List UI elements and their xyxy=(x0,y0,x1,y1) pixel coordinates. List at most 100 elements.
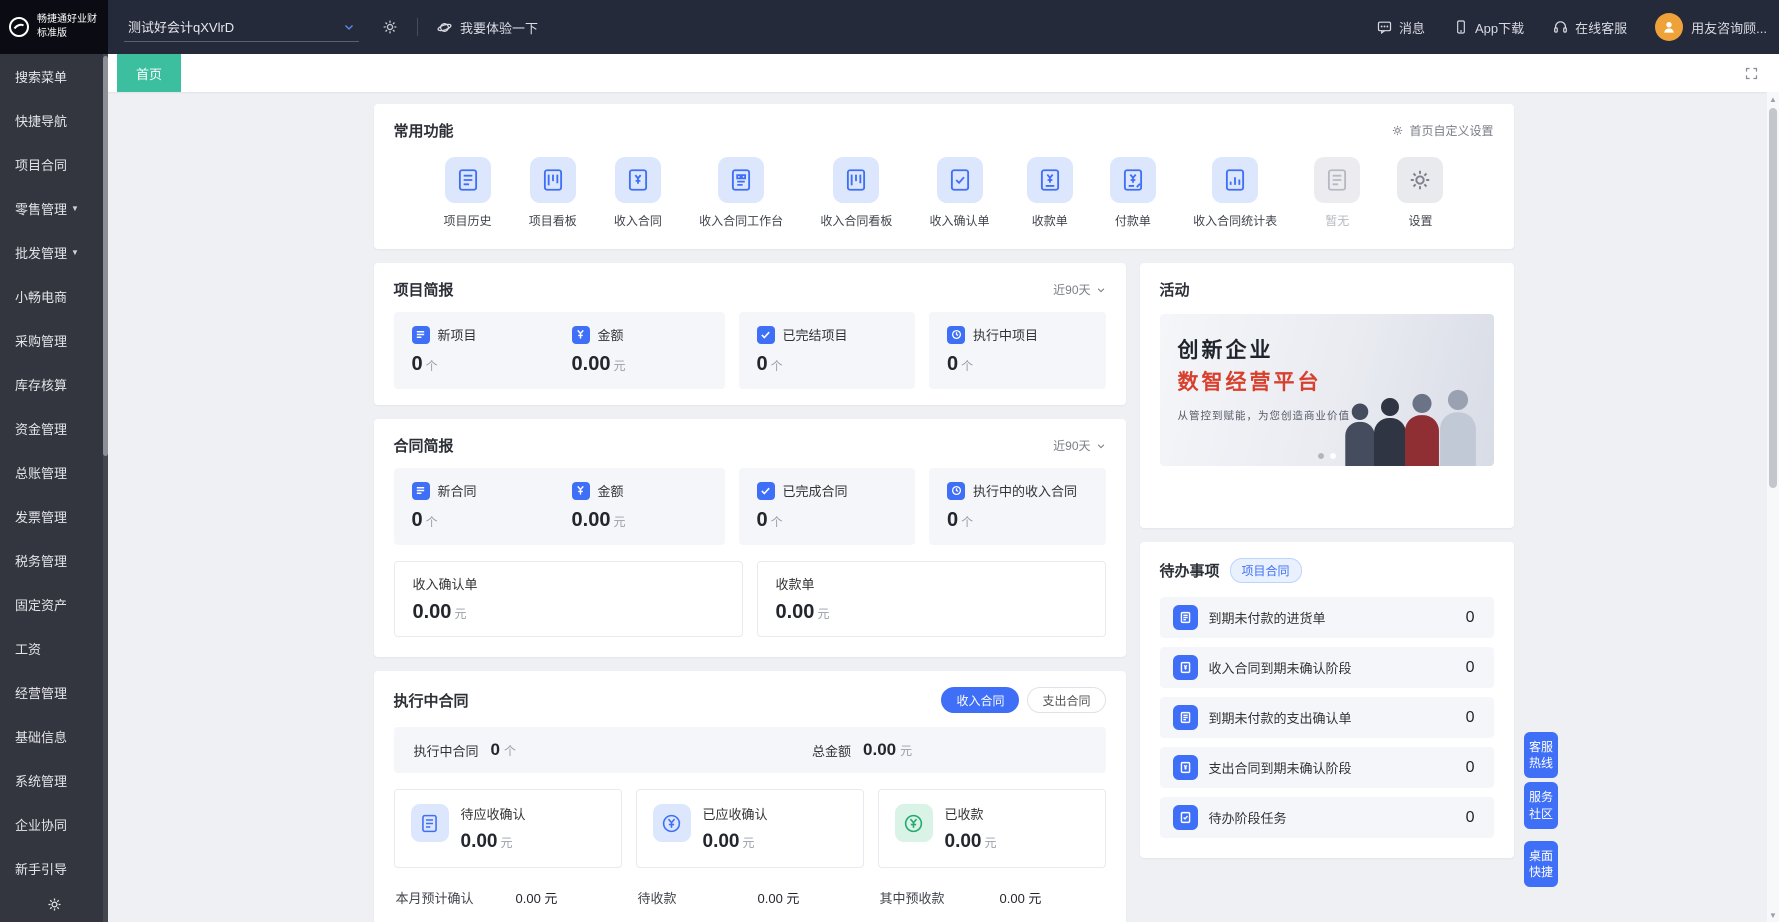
receivable-pending-box[interactable]: 待应收确认 0.00 元 xyxy=(393,789,622,868)
messages-button[interactable]: 消息 xyxy=(1376,18,1425,37)
sidebar-item-basic-info[interactable]: 基础信息 xyxy=(0,714,108,758)
sidebar-item-quick-nav[interactable]: 快捷导航 xyxy=(0,98,108,142)
stat-new-project[interactable]: 新项目 0个 xyxy=(411,325,477,376)
fn-settings[interactable]: 设置 xyxy=(1397,157,1444,229)
contract-brief-stats: 新合同 0个 金额 0.00 元 已完成合同 0个 执行中的收入合同 0 个 xyxy=(374,468,1126,561)
fn-receipt-doc[interactable]: 收款单 xyxy=(1026,157,1073,229)
contract-icon xyxy=(1172,655,1198,680)
fullscreen-icon[interactable] xyxy=(1744,66,1759,81)
todo-count: 0 xyxy=(1465,608,1475,626)
todo-label: 收入合同到期未确认阶段 xyxy=(1208,661,1352,676)
activity-banner[interactable]: 创新企业 数智经营平台 从管控到赋能，为您创造商业价值 xyxy=(1159,314,1494,466)
experience-button[interactable]: 我要体验一下 xyxy=(436,18,538,37)
sidebar-item-system-mgmt[interactable]: 系统管理 xyxy=(0,758,108,802)
document-icon xyxy=(1172,605,1198,630)
tab-home[interactable]: 首页 xyxy=(117,54,182,92)
common-functions-row: 项目历史 项目看板 收入合同 收入合同工作台 收入合同看板 收入确认单 收款单 … xyxy=(374,153,1514,249)
stat-finished-project[interactable]: 已完结项目 0个 xyxy=(756,325,848,376)
service-hotline-button[interactable]: 客服热线 xyxy=(1524,732,1558,779)
fn-payment-doc[interactable]: 付款单 xyxy=(1109,157,1156,229)
toggle-income-contract[interactable]: 收入合同 xyxy=(941,687,1020,713)
fn-income-contract-stats[interactable]: 收入合同统计表 xyxy=(1193,157,1277,229)
stat-new-contract[interactable]: 新合同 0个 xyxy=(411,481,477,532)
todo-item-overdue-expense-confirm-doc[interactable]: 到期未付款的支出确认单 0 xyxy=(1159,697,1494,738)
sidebar-item-search-menu[interactable]: 搜索菜单 xyxy=(0,54,108,98)
sidebar-item-funds-mgmt[interactable]: 资金管理 xyxy=(0,406,108,450)
scrollbar-thumb[interactable] xyxy=(1769,108,1777,488)
fn-label: 收入合同 xyxy=(613,214,662,228)
home-customize-button[interactable]: 首页自定义设置 xyxy=(1391,122,1494,139)
receipt-summary-box[interactable]: 收款单 0.00 元 xyxy=(756,561,1106,637)
summary-count-label: 执行中合同 xyxy=(413,743,479,759)
sidebar-scrollbar[interactable] xyxy=(103,54,108,922)
stat-contract-amount[interactable]: 金额 0.00 元 xyxy=(571,481,625,532)
desktop-shortcut-button[interactable]: 桌面快捷 xyxy=(1524,840,1558,888)
app-download-button[interactable]: App下载 xyxy=(1453,18,1524,37)
fn-income-contract-board[interactable]: 收入合同看板 xyxy=(820,157,892,229)
todo-item-stage-tasks[interactable]: 待办阶段任务 0 xyxy=(1159,797,1494,838)
sidebar-item-purchase-mgmt[interactable]: 采购管理 xyxy=(0,318,108,362)
receivable-confirmed-box[interactable]: 已应收确认 0.00 元 xyxy=(635,789,864,868)
detail-label: 本月预计确认 xyxy=(395,891,474,906)
sidebar-item-wholesale-mgmt[interactable]: 批发管理 ▼ xyxy=(0,230,108,274)
box-label: 已收款 xyxy=(944,807,984,822)
fn-income-contract-workbench[interactable]: 收入合同工作台 xyxy=(699,157,783,229)
stat-finished-contract[interactable]: 已完成合同 0个 xyxy=(756,481,848,532)
sidebar-item-operation-mgmt[interactable]: 经营管理 xyxy=(0,670,108,714)
stat-value: 0 xyxy=(756,509,768,531)
toggle-expense-contract[interactable]: 支出合同 xyxy=(1027,687,1106,713)
received-box[interactable]: 已收款 0.00 元 xyxy=(877,789,1106,868)
document-icon xyxy=(411,325,430,344)
service-community-button[interactable]: 服务社区 xyxy=(1524,782,1558,829)
stat-running-project[interactable]: 执行中项目 0个 xyxy=(947,325,1038,376)
sidebar-item-payroll[interactable]: 工资 xyxy=(0,626,108,670)
todo-item-overdue-purchase-order[interactable]: 到期未付款的进货单 0 xyxy=(1159,597,1494,638)
brand-logo[interactable]: 畅捷通好业财 标准版 xyxy=(0,0,108,54)
contract-brief-card: 合同简报 近90天 新合同 0个 金额 0.00 元 已完成合同 0 个 执行中… xyxy=(373,419,1126,657)
fn-income-contract[interactable]: 收入合同 xyxy=(614,157,662,229)
stat-running-income-contract[interactable]: 执行中的收入合同 0个 xyxy=(947,481,1077,532)
income-confirm-summary-box[interactable]: 收入确认单 0.00 元 xyxy=(393,561,743,637)
sidebar-settings-gear-icon[interactable] xyxy=(0,886,108,922)
carousel-dot[interactable] xyxy=(1317,453,1324,459)
range-label: 近90天 xyxy=(1053,439,1091,453)
fn-label: 暂无 xyxy=(1325,214,1350,228)
sidebar-item-enterprise-collab[interactable]: 企业协同 xyxy=(0,802,108,846)
phone-icon xyxy=(1453,19,1469,35)
project-brief-range-select[interactable]: 近90天 xyxy=(1053,281,1105,298)
contract-brief-range-select[interactable]: 近90天 xyxy=(1053,437,1105,454)
stat-project-amount[interactable]: 金额 0.00 元 xyxy=(571,325,625,376)
sidebar-item-fixed-assets[interactable]: 固定资产 xyxy=(0,582,108,626)
stat-unit: 个 xyxy=(961,515,974,529)
summary-count-unit: 个 xyxy=(503,743,516,758)
todo-item-income-contract-unconfirmed-stage[interactable]: 收入合同到期未确认阶段 0 xyxy=(1159,647,1494,688)
project-brief-stats: 新项目 0个 金额 0.00 元 已完结项目 0个 执行中项目 0 个 xyxy=(374,312,1126,405)
sidebar-item-inventory-accounting[interactable]: 库存核算 xyxy=(0,362,108,406)
sidebar-item-xiaochang-ecommerce[interactable]: 小畅电商 xyxy=(0,274,108,318)
sidebar-item-invoice-mgmt[interactable]: 发票管理 xyxy=(0,494,108,538)
clock-icon xyxy=(947,325,966,344)
todo-item-expense-contract-unconfirmed-stage[interactable]: 支出合同到期未确认阶段 0 xyxy=(1159,747,1494,788)
fn-project-history[interactable]: 项目历史 xyxy=(444,157,492,229)
empty-placeholder-icon xyxy=(1314,157,1361,203)
online-service-button[interactable]: 在线客服 xyxy=(1552,18,1627,37)
scroll-down-icon[interactable]: ▼ xyxy=(1769,908,1777,922)
carousel-dot-active[interactable] xyxy=(1329,453,1336,459)
account-settings-gear-icon[interactable] xyxy=(381,18,399,36)
fn-project-board[interactable]: 项目看板 xyxy=(529,157,577,229)
fn-income-confirm-doc[interactable]: 收入确认单 xyxy=(930,157,990,229)
scrollbar-track[interactable] xyxy=(1767,106,1779,908)
sidebar-item-tax-mgmt[interactable]: 税务管理 xyxy=(0,538,108,582)
main-scrollbar[interactable]: ▲ ▼ xyxy=(1767,92,1779,922)
user-menu[interactable]: 用友咨询顾... xyxy=(1655,13,1767,41)
todo-tag-project-contract[interactable]: 项目合同 xyxy=(1229,558,1302,583)
account-selector[interactable]: 测试好会计qXVlrD xyxy=(124,12,359,42)
sidebar-item-general-ledger[interactable]: 总账管理 xyxy=(0,450,108,494)
sidebar-item-project-contract[interactable]: 项目合同 xyxy=(0,142,108,186)
exec-detail-rows: 待收款0.00 元 待开票0.00 元 xyxy=(636,888,864,922)
scroll-up-icon[interactable]: ▲ xyxy=(1769,92,1777,106)
sidebar-scrollbar-thumb[interactable] xyxy=(103,56,108,456)
clock-icon xyxy=(947,481,966,500)
sidebar-item-beginner-guide[interactable]: 新手引导 xyxy=(0,846,108,890)
sidebar-item-retail-mgmt[interactable]: 零售管理 ▼ xyxy=(0,186,108,230)
